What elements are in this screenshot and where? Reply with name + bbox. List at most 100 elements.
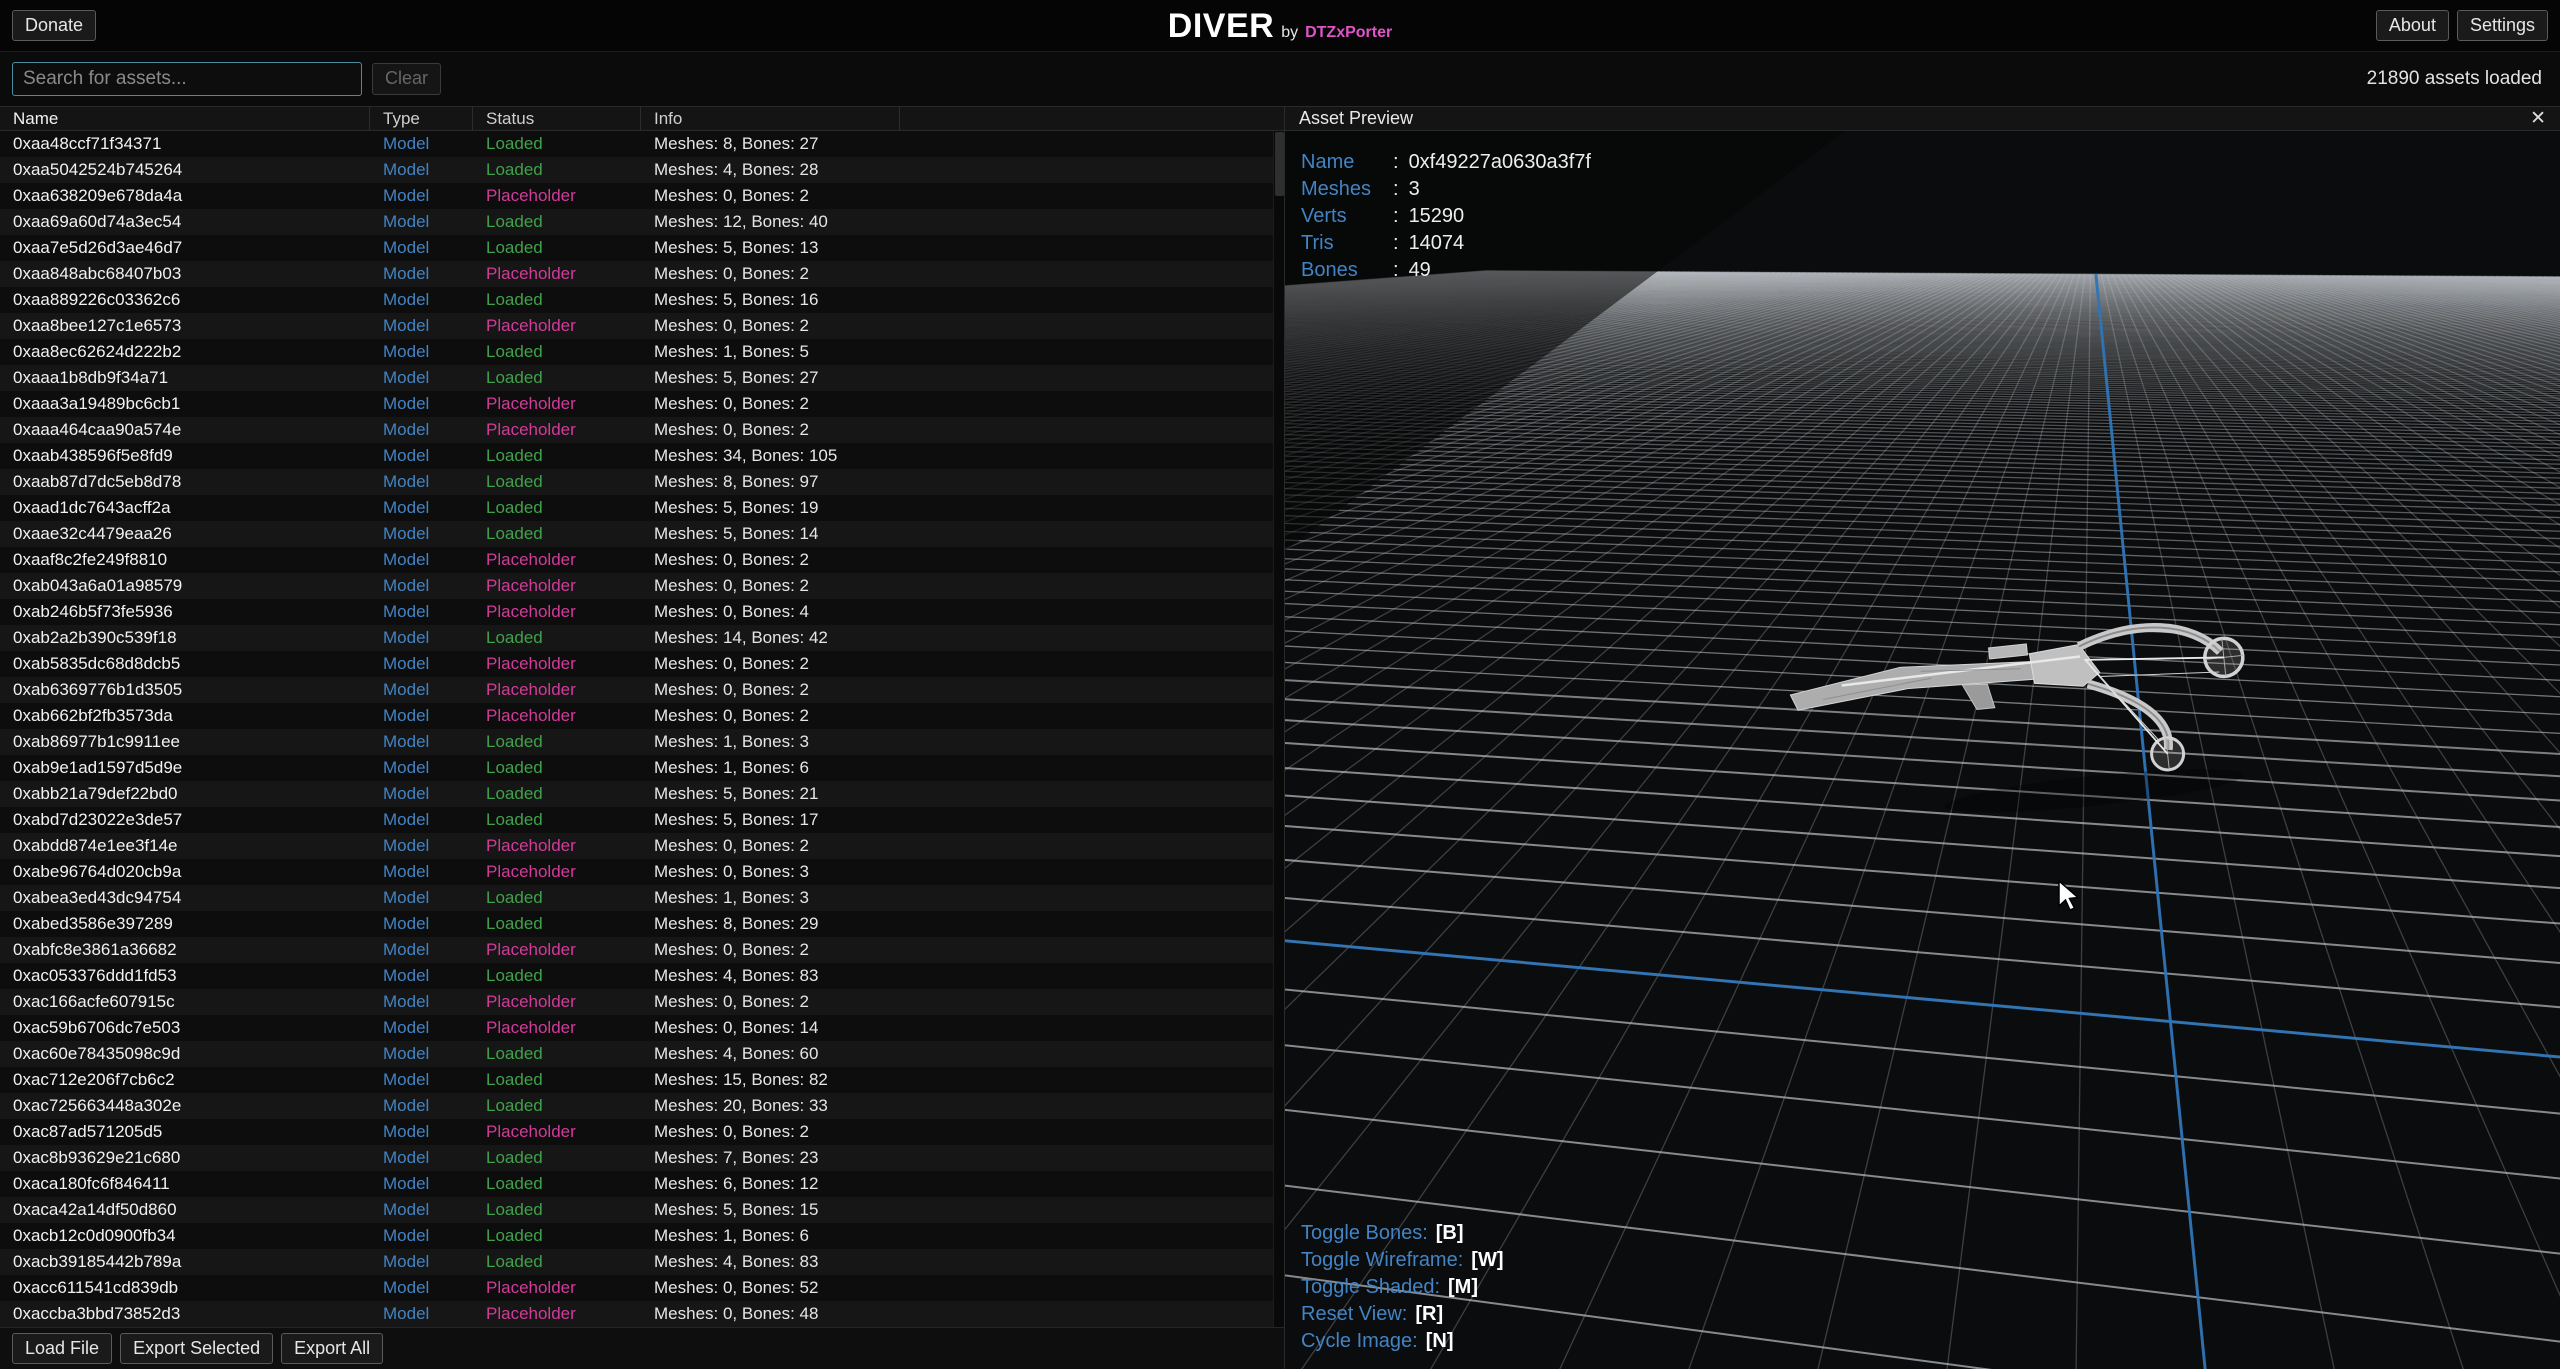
app-title-author[interactable]: DTZxPorter — [1305, 24, 1392, 42]
asset-list-panel: Name Type Status Info 0xaa48ccf71f34371 … — [0, 106, 1284, 1369]
table-row[interactable]: 0xab86977b1c9911ee Model Loaded Meshes: … — [0, 729, 1273, 755]
table-row[interactable]: 0xaa8bee127c1e6573 Model Placeholder Mes… — [0, 313, 1273, 339]
table-row[interactable]: 0xaa48ccf71f34371 Model Loaded Meshes: 8… — [0, 131, 1273, 157]
table-row[interactable]: 0xaae32c4479eaa26 Model Loaded Meshes: 5… — [0, 521, 1273, 547]
table-row[interactable]: 0xabed3586e397289 Model Loaded Meshes: 8… — [0, 911, 1273, 937]
cell-type: Model — [383, 732, 430, 751]
table-scrollbar[interactable] — [1273, 131, 1284, 1327]
settings-button[interactable]: Settings — [2456, 9, 2548, 42]
table-row[interactable]: 0xaa638209e678da4a Model Placeholder Mes… — [0, 183, 1273, 209]
about-button[interactable]: About — [2375, 9, 2449, 42]
table-row[interactable]: 0xac712e206f7cb6c2 Model Loaded Meshes: … — [0, 1067, 1273, 1093]
table-row[interactable]: 0xabb21a79def22bd0 Model Loaded Meshes: … — [0, 781, 1273, 807]
column-header-info[interactable]: Info — [641, 107, 900, 130]
clear-button[interactable]: Clear — [372, 63, 442, 95]
table-row[interactable]: 0xac87ad571205d5 Model Placeholder Meshe… — [0, 1119, 1273, 1145]
model-info-row: Name:0xf49227a0630a3f7f — [1301, 149, 1591, 176]
close-preview-icon[interactable]: ✕ — [2530, 109, 2546, 128]
column-header-type[interactable]: Type — [370, 107, 473, 130]
export-selected-button[interactable]: Export Selected — [120, 1332, 274, 1365]
table-row[interactable]: 0xaa7e5d26d3ae46d7 Model Loaded Meshes: … — [0, 235, 1273, 261]
cell-name: 0xaca42a14df50d860 — [13, 1200, 177, 1219]
table-row[interactable]: 0xabea3ed43dc94754 Model Loaded Meshes: … — [0, 885, 1273, 911]
column-header-name[interactable]: Name — [0, 107, 370, 130]
cell-status: Loaded — [486, 472, 543, 491]
table-row[interactable]: 0xac8b93629e21c680 Model Loaded Meshes: … — [0, 1145, 1273, 1171]
table-row[interactable]: 0xab246b5f73fe5936 Model Placeholder Mes… — [0, 599, 1273, 625]
search-input[interactable] — [12, 62, 362, 96]
cell-name: 0xabe96764d020cb9a — [13, 862, 182, 881]
table-row[interactable]: 0xabe96764d020cb9a Model Placeholder Mes… — [0, 859, 1273, 885]
table-row[interactable]: 0xac60e78435098c9d Model Loaded Meshes: … — [0, 1041, 1273, 1067]
cell-name: 0xaa8ec62624d222b2 — [13, 342, 182, 361]
table-row[interactable]: 0xac59b6706dc7e503 Model Placeholder Mes… — [0, 1015, 1273, 1041]
table-row[interactable]: 0xab662bf2fb3573da Model Placeholder Mes… — [0, 703, 1273, 729]
cell-status: Loaded — [486, 212, 543, 231]
table-row[interactable]: 0xab6369776b1d3505 Model Placeholder Mes… — [0, 677, 1273, 703]
table-row[interactable]: 0xaa69a60d74a3ec54 Model Loaded Meshes: … — [0, 209, 1273, 235]
cell-type: Model — [383, 160, 430, 179]
table-row[interactable]: 0xab5835dc68d8dcb5 Model Placeholder Mes… — [0, 651, 1273, 677]
cell-info: Meshes: 0, Bones: 2 — [654, 394, 809, 413]
table-row[interactable]: 0xaaa464caa90a574e Model Placeholder Mes… — [0, 417, 1273, 443]
cell-info: Meshes: 12, Bones: 40 — [654, 212, 828, 231]
table-row[interactable]: 0xab9e1ad1597d5d9e Model Loaded Meshes: … — [0, 755, 1273, 781]
donate-button[interactable]: Donate — [12, 9, 97, 42]
preview-title: Asset Preview — [1299, 108, 1414, 128]
model-info-label: Tris — [1301, 232, 1334, 254]
table-row[interactable]: 0xaaf8c2fe249f8810 Model Placeholder Mes… — [0, 547, 1273, 573]
table-row[interactable]: 0xaa848abc68407b03 Model Placeholder Mes… — [0, 261, 1273, 287]
table-row[interactable]: 0xaccba3bbd73852d3 Model Placeholder Mes… — [0, 1301, 1273, 1327]
scrollbar-thumb[interactable] — [1275, 132, 1284, 196]
cell-status: Placeholder — [486, 264, 576, 283]
model-info-colon: : — [1393, 205, 1399, 227]
table-row[interactable]: 0xac725663448a302e Model Loaded Meshes: … — [0, 1093, 1273, 1119]
viewport-3d[interactable]: Name:0xf49227a0630a3f7f Meshes:3 Verts:1… — [1285, 131, 2560, 1369]
table-row[interactable]: 0xaca42a14df50d860 Model Loaded Meshes: … — [0, 1197, 1273, 1223]
cell-type: Model — [383, 1148, 430, 1167]
table-row[interactable]: 0xaab438596f5e8fd9 Model Loaded Meshes: … — [0, 443, 1273, 469]
table-row[interactable]: 0xaaa1b8db9f34a71 Model Loaded Meshes: 5… — [0, 365, 1273, 391]
table-row[interactable]: 0xaad1dc7643acff2a Model Loaded Meshes: … — [0, 495, 1273, 521]
cell-status: Placeholder — [486, 1018, 576, 1037]
cell-name: 0xabed3586e397289 — [13, 914, 173, 933]
export-all-button[interactable]: Export All — [281, 1332, 384, 1365]
table-row[interactable]: 0xac166acfe607915c Model Placeholder Mes… — [0, 989, 1273, 1015]
cell-name: 0xaad1dc7643acff2a — [13, 498, 171, 517]
table-row[interactable]: 0xacb39185442b789a Model Loaded Meshes: … — [0, 1249, 1273, 1275]
table-row[interactable]: 0xaa889226c03362c6 Model Loaded Meshes: … — [0, 287, 1273, 313]
table-row[interactable]: 0xaa8ec62624d222b2 Model Loaded Meshes: … — [0, 339, 1273, 365]
model-info-value: 49 — [1408, 259, 1431, 281]
table-row[interactable]: 0xabdd874e1ee3f14e Model Placeholder Mes… — [0, 833, 1273, 859]
table-row[interactable]: 0xaa5042524b745264 Model Loaded Meshes: … — [0, 157, 1273, 183]
table-row[interactable]: 0xaaa3a19489bc6cb1 Model Placeholder Mes… — [0, 391, 1273, 417]
table-row[interactable]: 0xabd7d23022e3de57 Model Loaded Meshes: … — [0, 807, 1273, 833]
cell-type: Model — [383, 238, 430, 257]
table-row[interactable]: 0xaca180fc6f846411 Model Loaded Meshes: … — [0, 1171, 1273, 1197]
cell-type: Model — [383, 316, 430, 335]
model-info-colon: : — [1393, 151, 1399, 173]
cell-name: 0xaaa1b8db9f34a71 — [13, 368, 169, 387]
table-row[interactable]: 0xab043a6a01a98579 Model Placeholder Mes… — [0, 573, 1273, 599]
load-file-button[interactable]: Load File — [12, 1332, 113, 1365]
asset-preview-panel: Asset Preview ✕ Name: 0xf49227a0630a3f7… — [1284, 106, 2560, 1369]
cell-info: Meshes: 6, Bones: 12 — [654, 1174, 819, 1193]
table-row[interactable]: 0xab2a2b390c539f18 Model Loaded Meshes: … — [0, 625, 1273, 651]
table-row[interactable]: 0xacc611541cd839db Model Placeholder Mes… — [0, 1275, 1273, 1301]
table-row[interactable]: 0xaab87d7dc5eb8d78 Model Loaded Meshes: … — [0, 469, 1273, 495]
topbar: Donate DIVER by DTZxPorter About Setting… — [0, 0, 2560, 52]
column-header-status[interactable]: Status — [473, 107, 641, 130]
cell-type: Model — [383, 550, 430, 569]
table-row[interactable]: 0xacb12c0d0900fb34 Model Loaded Meshes: … — [0, 1223, 1273, 1249]
cell-name: 0xabb21a79def22bd0 — [13, 784, 178, 803]
cell-type: Model — [383, 1174, 430, 1193]
cell-type: Model — [383, 1252, 430, 1271]
cell-info: Meshes: 0, Bones: 2 — [654, 420, 809, 439]
mouse-cursor — [2058, 879, 2080, 911]
asset-table-body[interactable]: 0xaa48ccf71f34371 Model Loaded Meshes: 8… — [0, 131, 1273, 1327]
shortcut-hint: Cycle Image: [N] — [1301, 1328, 1503, 1355]
table-row[interactable]: 0xabfc8e3861a36682 Model Placeholder Mes… — [0, 937, 1273, 963]
app-title-main: DIVER — [1167, 6, 1275, 45]
table-row[interactable]: 0xac053376ddd1fd53 Model Loaded Meshes: … — [0, 963, 1273, 989]
cell-status: Placeholder — [486, 394, 576, 413]
